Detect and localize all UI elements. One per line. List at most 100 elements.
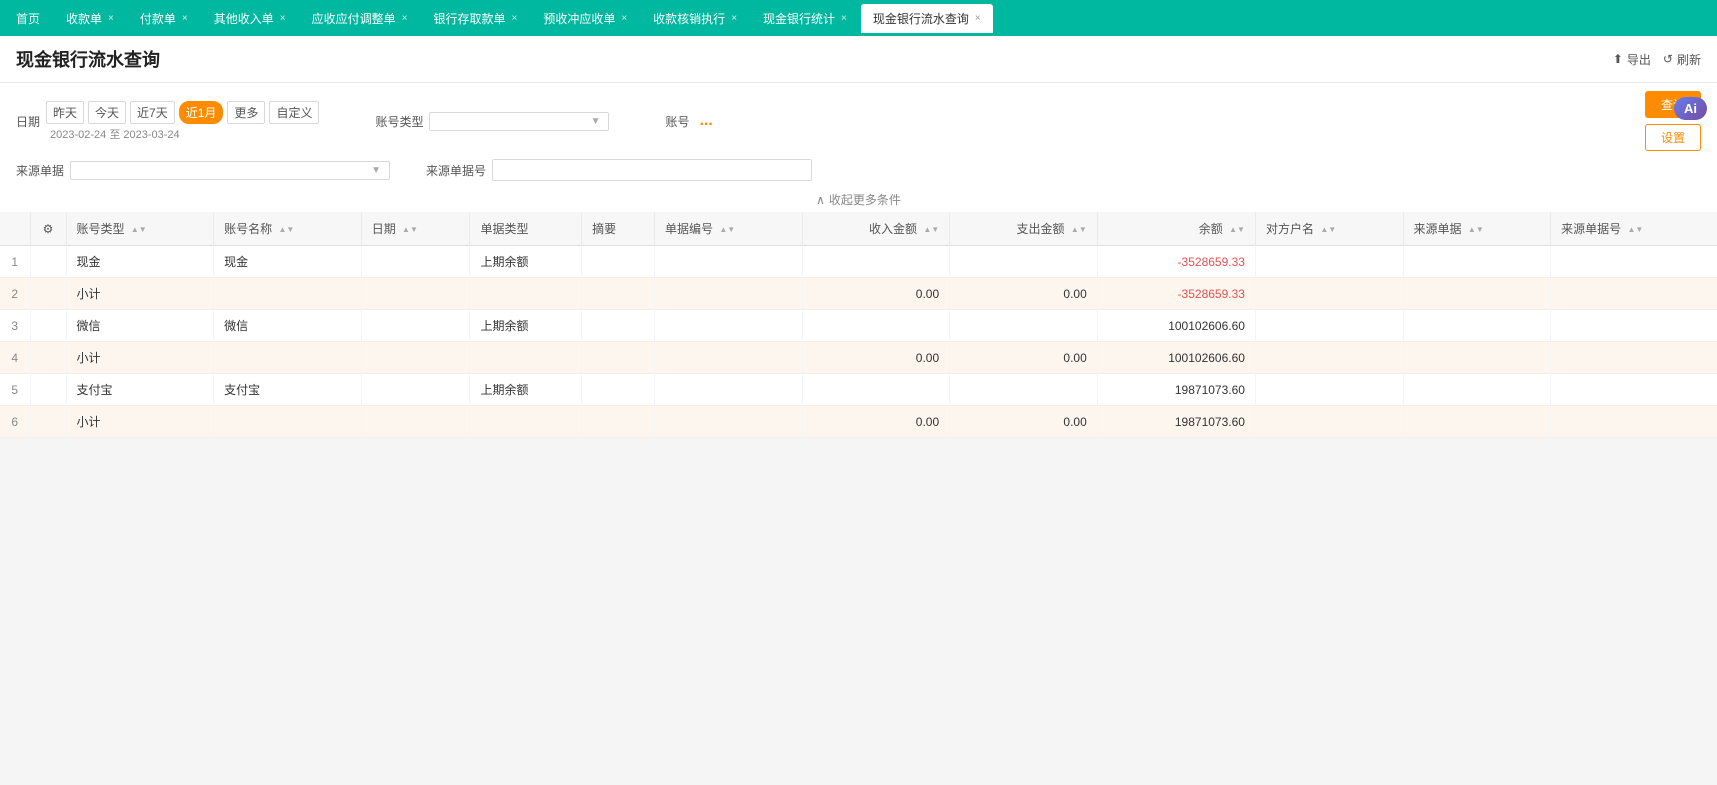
close-ar-ap-icon[interactable]: × — [402, 13, 408, 24]
cell-counterpart-4 — [1255, 374, 1403, 406]
close-other-income-icon[interactable]: × — [280, 13, 286, 24]
export-icon: ⬆ — [1613, 52, 1623, 66]
collapse-row: ∧ 收起更多条件 — [0, 185, 1717, 212]
col-income[interactable]: 收入金额 ▲▼ — [802, 212, 950, 246]
cell-account-type-0: 现金 — [66, 246, 214, 278]
col-summary: 摘要 — [582, 212, 655, 246]
nav-bank-withdraw[interactable]: 银行存取款单 × — [421, 4, 529, 33]
data-table-container: ⚙ 账号类型 ▲▼ 账号名称 ▲▼ 日期 ▲▼ 单据类型 摘 — [0, 212, 1717, 438]
cell-counterpart-1 — [1255, 278, 1403, 310]
cell-doc-no-0 — [654, 246, 802, 278]
settings-button[interactable]: 设置 — [1645, 124, 1701, 151]
table-row[interactable]: 3 微信 微信 上期余额 100102606.60 — [0, 310, 1717, 342]
col-counterpart-label: 对方户名 — [1266, 222, 1314, 236]
row-gear-4 — [30, 374, 66, 406]
cell-source-doc-no-0 — [1551, 246, 1717, 278]
cell-balance-5: 19871073.60 — [1097, 406, 1255, 438]
date-7days-btn[interactable]: 近7天 — [130, 101, 175, 124]
nav-home[interactable]: 首页 — [4, 4, 52, 33]
filter-inline-row-1: 日期 昨天 今天 近7天 近1月 更多 自定义 2023-02-24 至 202… — [16, 91, 1701, 151]
cell-account-name-4: 支付宝 — [214, 374, 362, 406]
table-row[interactable]: 1 现金 现金 上期余额 -3528659.33 — [0, 246, 1717, 278]
cell-source-doc-2 — [1403, 310, 1551, 342]
col-counterpart[interactable]: 对方户名 ▲▼ — [1255, 212, 1403, 246]
cell-counterpart-0 — [1255, 246, 1403, 278]
date-yesterday-btn[interactable]: 昨天 — [46, 101, 84, 124]
date-1month-btn[interactable]: 近1月 — [179, 101, 224, 124]
cell-summary-2 — [582, 310, 655, 342]
col-doc-no-label: 单据编号 — [665, 222, 713, 236]
row-gear-5 — [30, 406, 66, 438]
col-doc-no[interactable]: 单据编号 ▲▼ — [654, 212, 802, 246]
close-payment-icon[interactable]: × — [182, 13, 188, 24]
cell-balance-1: -3528659.33 — [1097, 278, 1255, 310]
col-source-doc-no[interactable]: 来源单据号 ▲▼ — [1551, 212, 1717, 246]
table-row[interactable]: 4 小计 0.00 0.00 100102606.60 — [0, 342, 1717, 374]
cell-source-doc-0 — [1403, 246, 1551, 278]
data-table: ⚙ 账号类型 ▲▼ 账号名称 ▲▼ 日期 ▲▼ 单据类型 摘 — [0, 212, 1717, 438]
source-doc-num-input[interactable] — [492, 159, 812, 181]
cell-doc-type-4: 上期余额 — [470, 374, 582, 406]
col-account-type[interactable]: 账号类型 ▲▼ — [66, 212, 214, 246]
export-button[interactable]: ⬆ 导出 — [1613, 51, 1651, 68]
filter-section: 日期 昨天 今天 近7天 近1月 更多 自定义 2023-02-24 至 202… — [0, 83, 1717, 212]
nav-cash-bank-stat[interactable]: 现金银行统计 × — [751, 4, 859, 33]
col-account-name[interactable]: 账号名称 ▲▼ — [214, 212, 362, 246]
col-gear[interactable]: ⚙ — [30, 212, 66, 246]
date-custom-btn[interactable]: 自定义 — [269, 101, 319, 124]
row-gear-1 — [30, 278, 66, 310]
collapse-button[interactable]: ∧ 收起更多条件 — [808, 189, 909, 210]
nav-ar-ap-adjust[interactable]: 应收应付调整单 × — [300, 4, 420, 33]
cell-account-type-2: 微信 — [66, 310, 214, 342]
close-flow-icon[interactable]: × — [975, 13, 981, 24]
col-expense[interactable]: 支出金额 ▲▼ — [950, 212, 1098, 246]
cell-account-name-0: 现金 — [214, 246, 362, 278]
nav-collect-verify[interactable]: 收款核销执行 × — [641, 4, 749, 33]
col-source-doc[interactable]: 来源单据 ▲▼ — [1403, 212, 1551, 246]
sort-counterpart-icon: ▲▼ — [1320, 225, 1336, 234]
nav-payment[interactable]: 付款单 × — [128, 4, 200, 33]
cell-income-3: 0.00 — [802, 342, 950, 374]
account-type-chevron-icon: ▼ — [591, 116, 601, 127]
collapse-up-icon: ∧ — [816, 193, 825, 207]
close-stat-icon[interactable]: × — [841, 13, 847, 24]
cell-balance-0: -3528659.33 — [1097, 246, 1255, 278]
nav-cash-bank-flow[interactable]: 现金银行流水查询 × — [861, 4, 993, 33]
sort-balance-icon: ▲▼ — [1229, 225, 1245, 234]
row-num-1: 2 — [0, 278, 30, 310]
cell-source-doc-no-5 — [1551, 406, 1717, 438]
row-num-2: 3 — [0, 310, 30, 342]
close-receipt-icon[interactable]: × — [108, 13, 114, 24]
date-more-btn[interactable]: 更多 — [227, 101, 265, 124]
ai-badge[interactable]: Ai — [1674, 97, 1707, 120]
account-type-select[interactable]: ▼ — [429, 112, 609, 131]
cell-income-0 — [802, 246, 950, 278]
date-today-btn[interactable]: 今天 — [88, 101, 126, 124]
table-row[interactable]: 6 小计 0.00 0.00 19871073.60 — [0, 406, 1717, 438]
nav-prepay-offset[interactable]: 预收冲应收单 × — [531, 4, 639, 33]
close-bank-withdraw-icon[interactable]: × — [511, 13, 517, 24]
col-expense-label: 支出金额 — [1017, 222, 1065, 236]
cell-expense-2 — [950, 310, 1098, 342]
cell-income-2 — [802, 310, 950, 342]
nav-receipt[interactable]: 收款单 × — [54, 4, 126, 33]
close-prepay-icon[interactable]: × — [621, 13, 627, 24]
cell-expense-5: 0.00 — [950, 406, 1098, 438]
col-date[interactable]: 日期 ▲▼ — [361, 212, 470, 246]
refresh-button[interactable]: ↺ 刷新 — [1663, 51, 1701, 68]
source-doc-group: 来源单据 ▼ — [16, 161, 390, 180]
nav-other-income[interactable]: 其他收入单 × — [202, 4, 298, 33]
col-source-doc-no-label: 来源单据号 — [1561, 222, 1621, 236]
source-doc-num-label: 来源单据号 — [426, 162, 486, 179]
table-row[interactable]: 5 支付宝 支付宝 上期余额 19871073.60 — [0, 374, 1717, 406]
account-dots-btn[interactable]: ... — [695, 112, 716, 130]
source-doc-select[interactable]: ▼ — [70, 161, 390, 180]
col-summary-label: 摘要 — [592, 222, 616, 236]
col-balance[interactable]: 余额 ▲▼ — [1097, 212, 1255, 246]
table-row[interactable]: 2 小计 0.00 0.00 -3528659.33 — [0, 278, 1717, 310]
gear-icon: ⚙ — [43, 222, 54, 236]
sort-income-icon: ▲▼ — [923, 225, 939, 234]
close-collect-icon[interactable]: × — [731, 13, 737, 24]
cell-doc-type-5 — [470, 406, 582, 438]
row-num-0: 1 — [0, 246, 30, 278]
